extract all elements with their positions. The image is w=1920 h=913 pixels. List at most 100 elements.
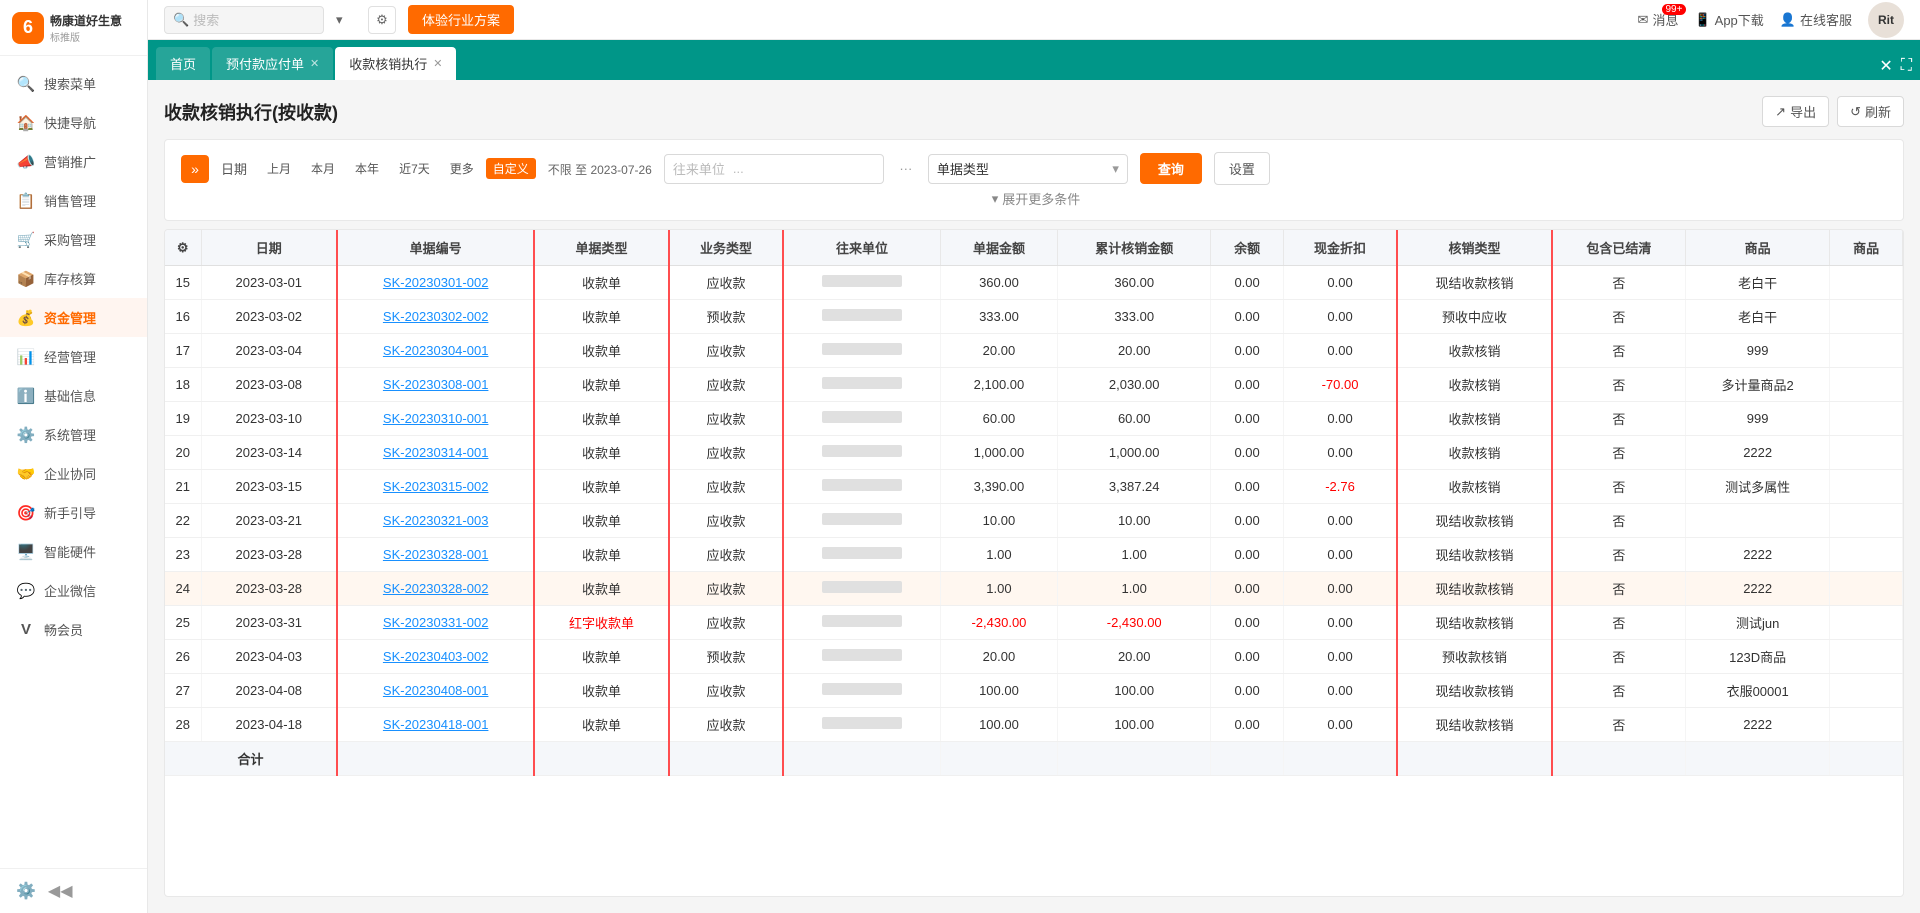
settings-icon[interactable]: ⚙️ [16,881,36,901]
cell-order-type: 收款单 [534,436,669,470]
date-last-month[interactable]: 上月 [259,157,299,180]
table-row: 26 2023-04-03 SK-20230403-002 收款单 预收款 20… [165,640,1903,674]
cell-date: 2023-03-15 [201,470,337,504]
cell-amount: 20.00 [940,640,1057,674]
cell-order-type: 收款单 [534,266,669,300]
sidebar-item-wechat[interactable]: 💬 企业微信 [0,571,147,610]
cell-date: 2023-04-08 [201,674,337,708]
setting-button[interactable]: 设置 [1214,152,1270,185]
export-button[interactable]: ↗ 导出 [1762,96,1829,127]
sidebar-item-marketing[interactable]: 📣 营销推广 [0,142,147,181]
cell-included: 否 [1552,504,1686,538]
col-cum-amount: 累计核销金额 [1058,230,1211,266]
messages-badge[interactable]: ✉ 消息 99+ [1638,10,1679,29]
cell-order-no: SK-20230328-002 [337,572,534,606]
collapse-icon[interactable]: ◀◀ [48,881,73,901]
sidebar-item-label: 销售管理 [44,191,96,210]
avatar[interactable]: Rit [1868,2,1904,38]
cell-product2 [1830,334,1903,368]
cell-balance: 0.00 [1211,402,1284,436]
tab-verify[interactable]: 收款核销执行 ✕ [335,47,456,80]
date-this-month[interactable]: 本月 [303,157,343,180]
sidebar-item-shortcut[interactable]: 🏠 快捷导航 [0,103,147,142]
sidebar-item-system[interactable]: ⚙️ 系统管理 [0,415,147,454]
query-button[interactable]: 查询 [1140,153,1202,184]
sidebar-item-label: 畅会员 [44,620,83,639]
cell-order-type: 收款单 [534,334,669,368]
cell-no: 18 [165,368,201,402]
sidebar-item-guide[interactable]: 🎯 新手引导 [0,493,147,532]
cell-order-no: SK-20230304-001 [337,334,534,368]
date-more[interactable]: 更多 [442,157,482,180]
tab-prepay[interactable]: 预付款应付单 ✕ [212,47,333,80]
sidebar-logo: 6 畅康道好生意 标推版 [0,0,147,56]
tab-expand-icon[interactable]: ⛶ [1901,57,1912,75]
table-footer-row: 合计 [165,742,1903,776]
date-custom-button[interactable]: 自定义 [486,158,536,179]
tab-close-verify[interactable]: ✕ [433,57,442,70]
sidebar-item-hardware[interactable]: 🖥️ 智能硬件 [0,532,147,571]
sidebar-item-label: 资金管理 [44,308,96,327]
date-this-year[interactable]: 本年 [347,157,387,180]
gear-button[interactable]: ⚙ [368,6,396,34]
cell-no: 17 [165,334,201,368]
col-unit: 往来单位 [783,230,940,266]
unit-filter[interactable]: 往来单位 ... [664,154,884,184]
cell-amount: 333.00 [940,300,1057,334]
cell-product2 [1830,538,1903,572]
cell-biz-type: 应收款 [669,402,783,436]
sidebar-item-corp[interactable]: 🤝 企业协同 [0,454,147,493]
filter-toggle-button[interactable]: » [181,155,209,183]
type-filter[interactable]: 单据类型 ▾ [928,154,1128,184]
cell-verify-type: 现结收款核销 [1397,572,1552,606]
date-7days[interactable]: 近7天 [391,157,438,180]
topbar-search[interactable]: 🔍 搜索 [164,6,324,34]
table-row: 15 2023-03-01 SK-20230301-002 收款单 应收款 36… [165,266,1903,300]
cell-product [1686,504,1830,538]
cell-discount: 0.00 [1283,708,1397,742]
cell-order-no: SK-20230308-001 [337,368,534,402]
solution-button[interactable]: 体验行业方案 [408,5,514,34]
corp-icon: 🤝 [16,465,36,483]
cell-order-no: SK-20230331-002 [337,606,534,640]
cell-product: 老白干 [1686,266,1830,300]
sidebar-item-label: 营销推广 [44,152,96,171]
tab-close-all-icon[interactable]: ✕ [1879,56,1892,76]
sidebar-item-inventory[interactable]: 📦 库存核算 [0,259,147,298]
sidebar-item-basic[interactable]: ℹ️ 基础信息 [0,376,147,415]
app-download[interactable]: 📱 App下载 [1694,10,1763,29]
sidebar-item-operation[interactable]: 📊 经营管理 [0,337,147,376]
dropdown-arrow-icon[interactable]: ▾ [336,12,356,28]
cell-unit [783,674,940,708]
col-gear[interactable]: ⚙ [165,230,201,266]
sidebar-item-search[interactable]: 🔍 搜索菜单 [0,64,147,103]
cell-unit [783,708,940,742]
tab-home[interactable]: 首页 [156,47,210,80]
cell-product2 [1830,436,1903,470]
cell-cum-amount: 100.00 [1058,674,1211,708]
sidebar-item-sales[interactable]: 📋 销售管理 [0,181,147,220]
table-row: 17 2023-03-04 SK-20230304-001 收款单 应收款 20… [165,334,1903,368]
cell-discount: 0.00 [1283,572,1397,606]
cell-order-type: 收款单 [534,402,669,436]
expand-more-row[interactable]: ▾ 展开更多条件 [181,189,1887,208]
sidebar-item-purchase[interactable]: 🛒 采购管理 [0,220,147,259]
cell-included: 否 [1552,368,1686,402]
cell-no: 26 [165,640,201,674]
cell-product: 2222 [1686,436,1830,470]
cell-biz-type: 预收款 [669,640,783,674]
online-service[interactable]: 👤 在线客服 [1780,10,1852,29]
cell-date: 2023-04-03 [201,640,337,674]
cell-verify-type: 现结收款核销 [1397,606,1552,640]
tab-close-prepay[interactable]: ✕ [310,57,319,70]
refresh-button[interactable]: ↺ 刷新 [1837,96,1904,127]
cell-cum-amount: 60.00 [1058,402,1211,436]
cell-order-no: SK-20230321-003 [337,504,534,538]
cell-cum-amount: 2,030.00 [1058,368,1211,402]
cell-cum-amount: 100.00 [1058,708,1211,742]
sidebar-item-member[interactable]: V 畅会员 [0,610,147,649]
cell-included: 否 [1552,266,1686,300]
sidebar-item-finance[interactable]: 💰 资金管理 [0,298,147,337]
cell-no: 15 [165,266,201,300]
table-row: 20 2023-03-14 SK-20230314-001 收款单 应收款 1,… [165,436,1903,470]
